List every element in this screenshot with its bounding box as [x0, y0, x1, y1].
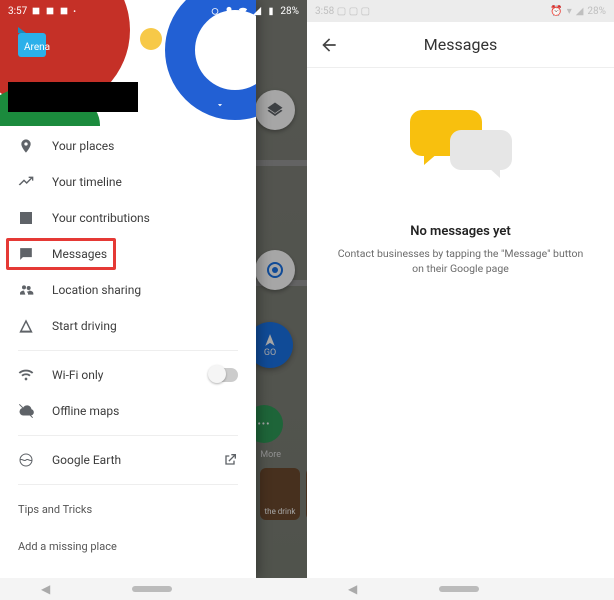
alarm-icon [210, 6, 220, 16]
location-icon [224, 6, 234, 16]
location-sharing-icon [18, 282, 34, 298]
chevron-down-icon [215, 100, 225, 110]
account-dropdown[interactable] [215, 100, 225, 113]
menu-your-places[interactable]: Your places [0, 128, 256, 164]
status-bar-left: 3:57 • 28% [0, 0, 307, 22]
menu-messages[interactable]: Messages [0, 236, 256, 272]
menu-label: Tips and Tricks [18, 503, 92, 516]
status-battery: 28% [280, 6, 299, 17]
menu-label: Offline maps [52, 404, 119, 418]
status-time: 3:58 [315, 6, 334, 17]
system-back-button[interactable]: ◀ [41, 582, 50, 596]
empty-state: No messages yet Contact businesses by ta… [307, 110, 614, 276]
driving-icon [18, 318, 34, 334]
menu-label: Your places [52, 139, 114, 153]
notification-icon [59, 6, 69, 16]
account-name: Arena [24, 42, 50, 53]
wifi-status-icon: ▾ [567, 6, 572, 17]
signal-icon: ◢ [576, 6, 584, 17]
wifi-only-toggle[interactable] [210, 368, 238, 382]
phone-right-screen: 3:58 ▢ ▢ ▢ ⏰ ▾ ◢ 28% Messages No message… [307, 0, 614, 578]
system-home-pill[interactable] [132, 586, 172, 592]
redacted-email [8, 82, 138, 112]
pin-icon [18, 138, 34, 154]
open-external-icon [222, 452, 238, 468]
status-battery: 28% [587, 6, 606, 17]
menu-tips-tricks[interactable]: Tips and Tricks [0, 491, 256, 528]
menu-label: Your timeline [52, 175, 122, 189]
chat-bubbles-icon [406, 110, 516, 190]
notification-icon [31, 6, 41, 16]
menu-label: Messages [52, 247, 107, 261]
phone-left-screen: GO ••• More the drink Te re Your places … [0, 0, 307, 578]
contributions-icon [18, 210, 34, 226]
menu-google-earth[interactable]: Google Earth [0, 442, 256, 478]
menu-label: Add a missing place [18, 540, 117, 553]
status-bar-right: 3:58 ▢ ▢ ▢ ⏰ ▾ ◢ 28% [307, 0, 614, 22]
wifi-icon [18, 367, 34, 383]
menu-offline-maps[interactable]: Offline maps [0, 393, 256, 429]
earth-icon [18, 452, 34, 468]
signal-icon [252, 6, 262, 16]
empty-description: Contact businesses by tapping the "Messa… [333, 247, 588, 276]
menu-add-missing-place[interactable]: Add a missing place [0, 528, 256, 565]
menu-label: Wi-Fi only [52, 368, 103, 382]
notification-icon: ▢ ▢ ▢ [337, 6, 370, 17]
system-nav-bar: ◀ ◀ [0, 578, 614, 600]
menu-start-driving[interactable]: Start driving [0, 308, 256, 344]
status-time: 3:57 [8, 6, 27, 17]
menu-label: Start driving [52, 319, 117, 333]
divider [18, 484, 238, 485]
offline-icon [18, 403, 34, 419]
menu-label: Google Earth [52, 453, 121, 467]
menu-your-contributions[interactable]: Your contributions [0, 200, 256, 236]
system-home-pill[interactable] [439, 586, 479, 592]
alarm-icon: ⏰ [550, 6, 562, 17]
menu-location-sharing[interactable]: Location sharing [0, 272, 256, 308]
menu-label: Location sharing [52, 283, 141, 297]
app-bar: Messages [307, 22, 614, 68]
divider [18, 435, 238, 436]
page-title: Messages [319, 35, 602, 54]
system-back-button[interactable]: ◀ [348, 582, 357, 596]
messages-icon [18, 246, 34, 262]
divider [18, 350, 238, 351]
menu-label: Your contributions [52, 211, 150, 225]
notification-icon [45, 6, 55, 16]
empty-title: No messages yet [410, 224, 510, 239]
battery-icon [266, 6, 276, 16]
menu-wifi-only[interactable]: Wi-Fi only [0, 357, 256, 393]
menu-your-timeline[interactable]: Your timeline [0, 164, 256, 200]
timeline-icon [18, 174, 34, 190]
wifi-status-icon [238, 6, 248, 16]
